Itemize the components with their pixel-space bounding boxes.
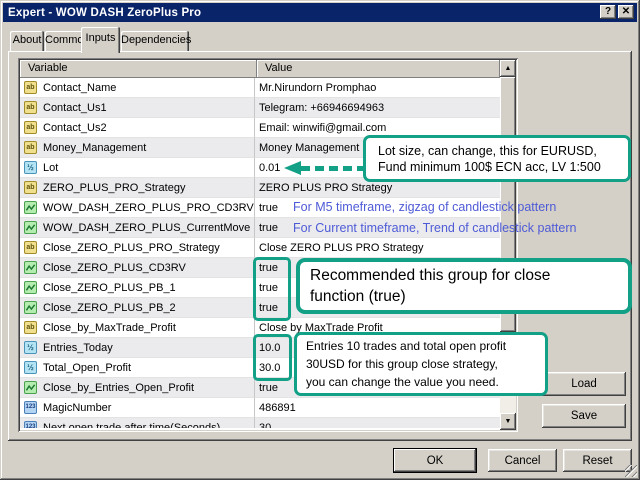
row-variable: Close_ZERO_PLUS_PB_2	[43, 301, 176, 314]
resize-grip[interactable]	[625, 465, 637, 477]
bool-icon	[24, 381, 37, 394]
string-icon: ab	[24, 321, 37, 334]
row-value[interactable]: Mr.Nirundorn Promphao	[255, 78, 500, 98]
tab-dependencies[interactable]: Dependencies	[121, 31, 191, 51]
row-variable: Lot	[43, 161, 59, 174]
row-variable: Total_Open_Profit	[43, 361, 132, 374]
row-variable: Close_ZERO_PLUS_PB_1	[43, 281, 176, 294]
save-button[interactable]: Save	[542, 404, 626, 428]
row-variable: WOW_DASH_ZERO_PLUS_PRO_CD3RV	[43, 201, 254, 214]
double-icon: ½	[24, 161, 37, 174]
row-value[interactable]: Telegram: +66946694963	[255, 98, 500, 118]
close-group-highlight-box	[253, 257, 291, 321]
load-button[interactable]: Load	[542, 372, 626, 396]
row-variable: WOW_DASH_ZERO_PLUS_CurrentMove	[43, 221, 251, 234]
row-variable: MagicNumber	[43, 401, 112, 414]
row-variable: Contact_Us2	[43, 121, 107, 134]
annotation-arrow-head-icon	[284, 161, 301, 175]
entries-annotation-box: Entries 10 trades and total open profit …	[294, 332, 548, 396]
table-row[interactable]: ab Contact_Us1 Telegram: +66946694963	[20, 98, 500, 118]
row-value[interactable]: 486891	[255, 398, 500, 418]
string-icon: ab	[24, 181, 37, 194]
current-annotation-text: For Current timeframe, Trend of candlest…	[293, 221, 577, 235]
bool-icon	[24, 261, 37, 274]
row-variable: Close_ZERO_PLUS_PRO_Strategy	[43, 241, 220, 254]
table-row[interactable]: 123 MagicNumber 486891	[20, 398, 500, 418]
string-icon: ab	[24, 81, 37, 94]
bool-icon	[24, 201, 37, 214]
string-icon: ab	[24, 121, 37, 134]
row-variable: Close_ZERO_PLUS_CD3RV	[43, 261, 186, 274]
lot-annotation-box: Lot size, can change, this for EURUSD, F…	[363, 135, 631, 182]
ok-button[interactable]: OK	[394, 449, 476, 472]
scroll-down-button[interactable]: ▼	[500, 413, 516, 430]
row-variable: Contact_Us1	[43, 101, 107, 114]
column-header-variable[interactable]: Variable	[20, 60, 257, 78]
string-icon: ab	[24, 241, 37, 254]
tab-common[interactable]: Common	[45, 31, 90, 51]
window-title: Expert - WOW DASH ZeroPlus Pro	[8, 6, 202, 19]
int-icon: 123	[24, 401, 37, 414]
tab-about[interactable]: About	[10, 31, 44, 51]
title-bar[interactable]: Expert - WOW DASH ZeroPlus Pro ? ✕	[3, 3, 637, 22]
double-icon: ½	[24, 341, 37, 354]
table-row[interactable]: ab Contact_Name Mr.Nirundorn Promphao	[20, 78, 500, 98]
row-variable: Close_by_MaxTrade_Profit	[43, 321, 176, 334]
row-variable: ZERO_PLUS_PRO_Strategy	[43, 181, 186, 194]
tab-inputs[interactable]: Inputs	[81, 27, 120, 53]
bool-icon	[24, 221, 37, 234]
cancel-button[interactable]: Cancel	[488, 449, 557, 472]
bool-icon	[24, 301, 37, 314]
annotation-arrow-dashes	[301, 166, 363, 171]
help-button[interactable]: ?	[600, 5, 616, 19]
scroll-up-button[interactable]: ▲	[500, 60, 516, 77]
string-icon: ab	[24, 141, 37, 154]
table-row[interactable]: ab Close_ZERO_PLUS_PRO_Strategy Close ZERO…	[20, 238, 500, 258]
reset-button[interactable]: Reset	[563, 449, 632, 472]
row-variable: Contact_Name	[43, 81, 117, 94]
expert-properties-dialog: Expert - WOW DASH ZeroPlus Pro ? ✕ About…	[0, 0, 640, 480]
row-variable: Next open trade after time(Seconds)	[43, 421, 221, 429]
row-variable: Entries_Today	[43, 341, 113, 354]
titlebar-buttons: ? ✕	[600, 5, 634, 19]
row-value[interactable]: 30	[255, 418, 500, 429]
table-row[interactable]: 123 Next open trade after time(Seconds) 30	[20, 418, 500, 428]
entries-highlight-box	[253, 334, 292, 381]
row-variable: Money_Management	[43, 141, 147, 154]
string-icon: ab	[24, 101, 37, 114]
column-header-value[interactable]: Value	[257, 60, 500, 78]
close-button[interactable]: ✕	[618, 5, 634, 19]
row-variable: Close_by_Entries_Open_Profit	[43, 381, 195, 394]
m5-annotation-text: For M5 timeframe, zigzag of candlestick …	[293, 200, 557, 214]
row-value[interactable]: Close ZERO PLUS PRO Strategy	[255, 238, 500, 258]
close-group-annotation-box: Recommended this group for close functio…	[296, 258, 632, 314]
int-icon: 123	[24, 421, 37, 428]
bool-icon	[24, 281, 37, 294]
double-icon: ½	[24, 361, 37, 374]
